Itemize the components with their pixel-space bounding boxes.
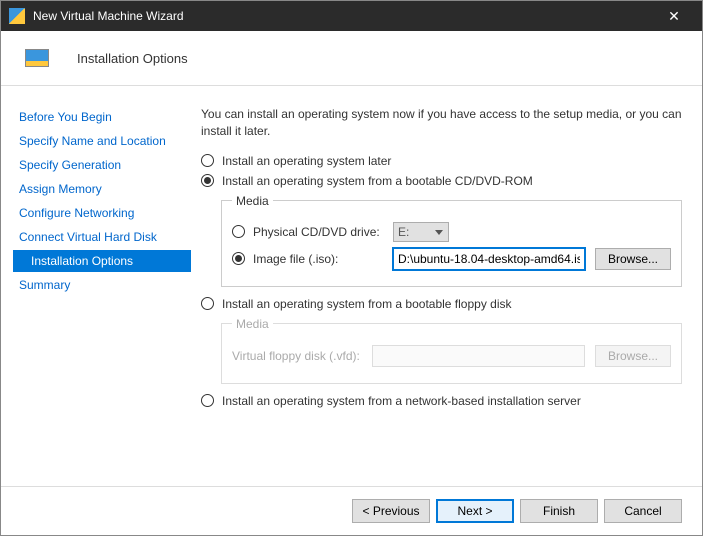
page-title: Installation Options	[77, 51, 188, 66]
sidebar-item-assign-memory[interactable]: Assign Memory	[13, 178, 191, 200]
radio-icon	[201, 394, 214, 407]
image-file-label: Image file (.iso):	[253, 252, 393, 266]
option-install-cd[interactable]: Install an operating system from a boota…	[201, 174, 682, 188]
window-title: New Virtual Machine Wizard	[33, 9, 654, 23]
page-header: Installation Options	[1, 31, 702, 86]
header-icon	[25, 49, 49, 67]
wizard-footer: < Previous Next > Finish Cancel	[1, 486, 702, 535]
option-install-later[interactable]: Install an operating system later	[201, 154, 682, 168]
vfd-path-input	[372, 345, 585, 367]
finish-button[interactable]: Finish	[520, 499, 598, 523]
vfd-label: Virtual floppy disk (.vfd):	[232, 349, 372, 363]
radio-icon	[201, 297, 214, 310]
physical-drive-label: Physical CD/DVD drive:	[253, 225, 393, 239]
option-label: Install an operating system later	[222, 154, 391, 168]
wizard-icon	[9, 8, 25, 24]
drive-select[interactable]: E:	[393, 222, 449, 242]
radio-physical-drive[interactable]	[232, 225, 245, 238]
floppy-media-group: Media Virtual floppy disk (.vfd): Browse…	[221, 317, 682, 384]
cancel-button[interactable]: Cancel	[604, 499, 682, 523]
option-label: Install an operating system from a boota…	[222, 297, 512, 311]
option-install-floppy[interactable]: Install an operating system from a boota…	[201, 297, 682, 311]
next-button[interactable]: Next >	[436, 499, 514, 523]
option-label: Install an operating system from a netwo…	[222, 394, 581, 408]
sidebar-item-installation-options[interactable]: Installation Options	[13, 250, 191, 272]
option-label: Install an operating system from a boota…	[222, 174, 533, 188]
sidebar-item-configure-networking[interactable]: Configure Networking	[13, 202, 191, 224]
wizard-steps-sidebar: Before You Begin Specify Name and Locati…	[1, 86, 191, 486]
browse-vfd-button: Browse...	[595, 345, 671, 367]
sidebar-item-summary[interactable]: Summary	[13, 274, 191, 296]
media-legend: Media	[232, 317, 273, 331]
radio-image-file[interactable]	[232, 252, 245, 265]
radio-icon	[201, 154, 214, 167]
cd-media-group: Media Physical CD/DVD drive: E: Image fi…	[221, 194, 682, 287]
intro-text: You can install an operating system now …	[201, 106, 682, 140]
option-install-network[interactable]: Install an operating system from a netwo…	[201, 394, 682, 408]
content-panel: You can install an operating system now …	[191, 86, 702, 486]
sidebar-item-specify-name[interactable]: Specify Name and Location	[13, 130, 191, 152]
sidebar-item-before-you-begin[interactable]: Before You Begin	[13, 106, 191, 128]
iso-path-input[interactable]	[393, 248, 585, 270]
titlebar: New Virtual Machine Wizard ✕	[1, 1, 702, 31]
media-legend: Media	[232, 194, 273, 208]
drive-value: E:	[398, 225, 409, 239]
sidebar-item-connect-vhd[interactable]: Connect Virtual Hard Disk	[13, 226, 191, 248]
close-icon[interactable]: ✕	[654, 8, 694, 25]
radio-icon	[201, 174, 214, 187]
browse-iso-button[interactable]: Browse...	[595, 248, 671, 270]
previous-button[interactable]: < Previous	[352, 499, 430, 523]
sidebar-item-specify-generation[interactable]: Specify Generation	[13, 154, 191, 176]
